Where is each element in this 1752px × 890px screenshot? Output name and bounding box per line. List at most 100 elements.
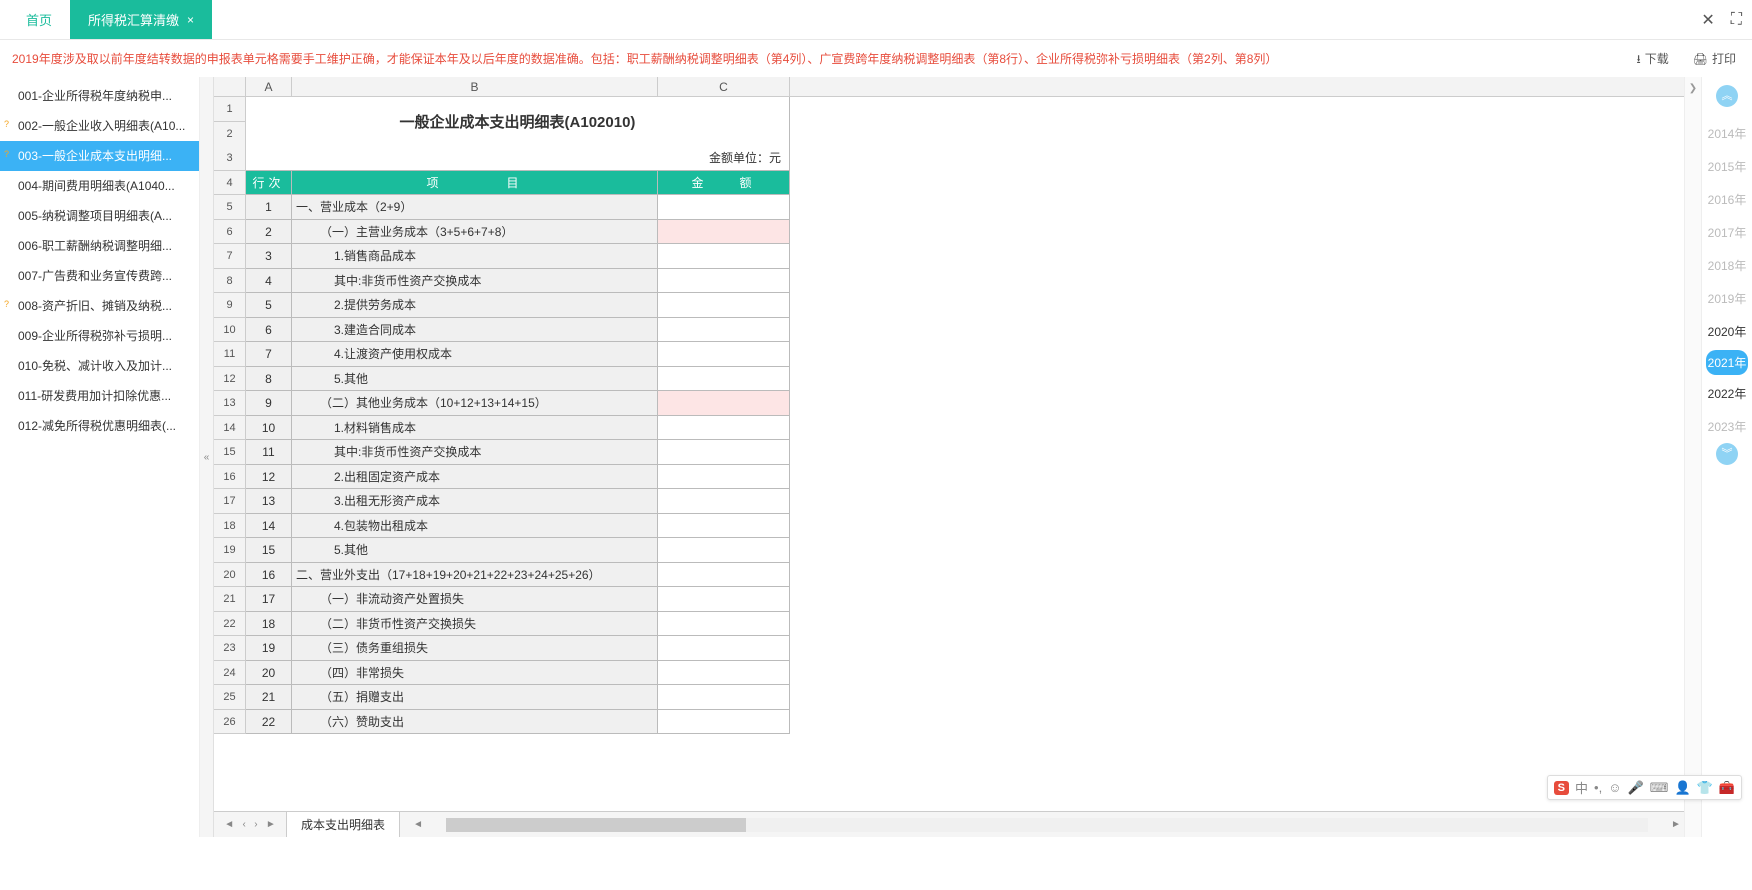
amount-cell[interactable] — [658, 342, 790, 367]
row-number[interactable]: 25 — [214, 685, 246, 710]
amount-cell[interactable] — [658, 416, 790, 441]
sidebar-item-008[interactable]: ?008-资产折旧、摊销及纳税... — [0, 291, 199, 321]
amount-cell[interactable] — [658, 514, 790, 539]
amount-cell[interactable] — [658, 661, 790, 686]
amount-cell[interactable] — [658, 269, 790, 294]
ime-punct-icon[interactable]: •, — [1594, 780, 1602, 795]
amount-cell[interactable] — [658, 391, 790, 416]
amount-unit: 金额单位：元 — [246, 146, 790, 171]
row-number[interactable]: 24 — [214, 661, 246, 686]
sidebar-item-006[interactable]: 006-职工薪酬纳税调整明细... — [0, 231, 199, 261]
amount-cell[interactable] — [658, 612, 790, 637]
ime-voice-icon[interactable]: 🎤 — [1627, 780, 1643, 796]
amount-cell[interactable] — [658, 465, 790, 490]
sidebar-item-004[interactable]: 004-期间费用明细表(A1040... — [0, 171, 199, 201]
row-number[interactable]: 13 — [214, 391, 246, 416]
col-header-c[interactable]: C — [658, 77, 790, 96]
ime-toolbox-icon[interactable]: 🧰 — [1719, 780, 1735, 796]
row-number[interactable]: 2 — [214, 122, 246, 147]
horizontal-scrollbar[interactable] — [446, 818, 1648, 832]
window-close-icon[interactable]: ✕ — [1701, 10, 1714, 30]
col-header-b[interactable]: B — [292, 77, 658, 96]
amount-cell[interactable] — [658, 318, 790, 343]
sidebar-item-005[interactable]: 005-纳税调整项目明细表(A... — [0, 201, 199, 231]
line-number: 14 — [246, 514, 292, 539]
sidebar-collapse-handle[interactable]: « — [200, 77, 214, 837]
row-number[interactable]: 14 — [214, 416, 246, 441]
sidebar-item-010[interactable]: 010-免税、减计收入及加计... — [0, 351, 199, 381]
amount-cell[interactable] — [658, 710, 790, 735]
ime-logo-icon[interactable]: S — [1554, 781, 1569, 795]
row-number[interactable]: 10 — [214, 318, 246, 343]
row-number[interactable]: 23 — [214, 636, 246, 661]
sidebar-item-009[interactable]: 009-企业所得税弥补亏损明... — [0, 321, 199, 351]
sheet-tab-active[interactable]: 成本支出明细表 — [286, 811, 400, 837]
row-number[interactable]: 9 — [214, 293, 246, 318]
right-expand-strip[interactable]: ❯ — [1684, 77, 1702, 837]
amount-cell[interactable] — [658, 587, 790, 612]
row-number[interactable]: 20 — [214, 563, 246, 588]
amount-cell[interactable] — [658, 440, 790, 465]
amount-cell[interactable] — [658, 563, 790, 588]
row-number[interactable]: 12 — [214, 367, 246, 392]
amount-cell[interactable] — [658, 489, 790, 514]
sidebar-item-001[interactable]: 001-企业所得税年度纳税申... — [0, 81, 199, 111]
year-2020年[interactable]: 2020年 — [1702, 315, 1752, 348]
tab-active[interactable]: 所得税汇算清缴 × — [70, 0, 212, 39]
year-2022年[interactable]: 2022年 — [1702, 377, 1752, 410]
nav-next-icon[interactable]: › — [254, 819, 257, 830]
amount-cell[interactable] — [658, 293, 790, 318]
row-number[interactable]: 3 — [214, 146, 246, 171]
row-number[interactable]: 4 — [214, 171, 246, 196]
tab-home[interactable]: 首页 — [8, 0, 70, 39]
row-number[interactable]: 16 — [214, 465, 246, 490]
amount-cell[interactable] — [658, 636, 790, 661]
ime-keyboard-icon[interactable]: ⌨ — [1650, 780, 1669, 796]
ime-emoji-icon[interactable]: ☺ — [1608, 780, 1621, 795]
download-button[interactable]: ⭳ 下载 — [1637, 50, 1669, 69]
select-all-corner[interactable] — [214, 77, 246, 96]
row-number[interactable]: 21 — [214, 587, 246, 612]
row-number[interactable]: 15 — [214, 440, 246, 465]
amount-cell[interactable] — [658, 685, 790, 710]
year-scroll-up-icon[interactable]: ︽ — [1716, 85, 1738, 107]
amount-cell[interactable] — [658, 244, 790, 269]
row-number[interactable]: 22 — [214, 612, 246, 637]
row-number[interactable]: 18 — [214, 514, 246, 539]
col-header-a[interactable]: A — [246, 77, 292, 96]
row-number[interactable]: 1 — [214, 97, 246, 122]
grid-body[interactable]: 12一般企业成本支出明细表(A102010)3金额单位：元4行次项 目金 额51… — [214, 97, 1684, 811]
sidebar-item-011[interactable]: 011-研发费用加计扣除优惠... — [0, 381, 199, 411]
close-icon[interactable]: × — [187, 13, 194, 27]
amount-cell[interactable] — [658, 195, 790, 220]
ime-lang[interactable]: 中 — [1575, 778, 1588, 797]
row-number[interactable]: 6 — [214, 220, 246, 245]
row-number[interactable]: 7 — [214, 244, 246, 269]
row-number[interactable]: 19 — [214, 538, 246, 563]
amount-cell[interactable] — [658, 367, 790, 392]
amount-cell[interactable] — [658, 538, 790, 563]
sidebar-item-002[interactable]: ?002-一般企业收入明细表(A10... — [0, 111, 199, 141]
print-button[interactable]: 🖨 打印 — [1693, 50, 1736, 69]
amount-cell[interactable] — [658, 220, 790, 245]
year-2021年[interactable]: 2021年 — [1706, 350, 1748, 375]
row-number[interactable]: 17 — [214, 489, 246, 514]
nav-prev-icon[interactable]: ‹ — [242, 819, 245, 830]
sidebar-item-003[interactable]: ?003-一般企业成本支出明细... — [0, 141, 199, 171]
fullscreen-icon[interactable]: ⛶ — [1731, 11, 1742, 29]
row-number[interactable]: 8 — [214, 269, 246, 294]
row-number[interactable]: 5 — [214, 195, 246, 220]
row-number[interactable]: 26 — [214, 710, 246, 735]
hscroll-left-icon[interactable]: ◄ — [410, 819, 426, 830]
year-scroll-down-icon[interactable]: ︾ — [1716, 443, 1738, 465]
sidebar-item-012[interactable]: 012-减免所得税优惠明细表(... — [0, 411, 199, 441]
nav-first-icon[interactable]: ◄ — [224, 819, 234, 830]
hscroll-thumb[interactable] — [446, 818, 746, 832]
print-label: 打印 — [1712, 50, 1736, 69]
hscroll-right-icon[interactable]: ► — [1668, 819, 1684, 830]
sidebar-item-007[interactable]: 007-广告费和业务宣传费跨... — [0, 261, 199, 291]
row-number[interactable]: 11 — [214, 342, 246, 367]
nav-last-icon[interactable]: ► — [266, 819, 276, 830]
ime-user-icon[interactable]: 👤 — [1674, 780, 1690, 796]
ime-skin-icon[interactable]: 👕 — [1697, 780, 1713, 796]
